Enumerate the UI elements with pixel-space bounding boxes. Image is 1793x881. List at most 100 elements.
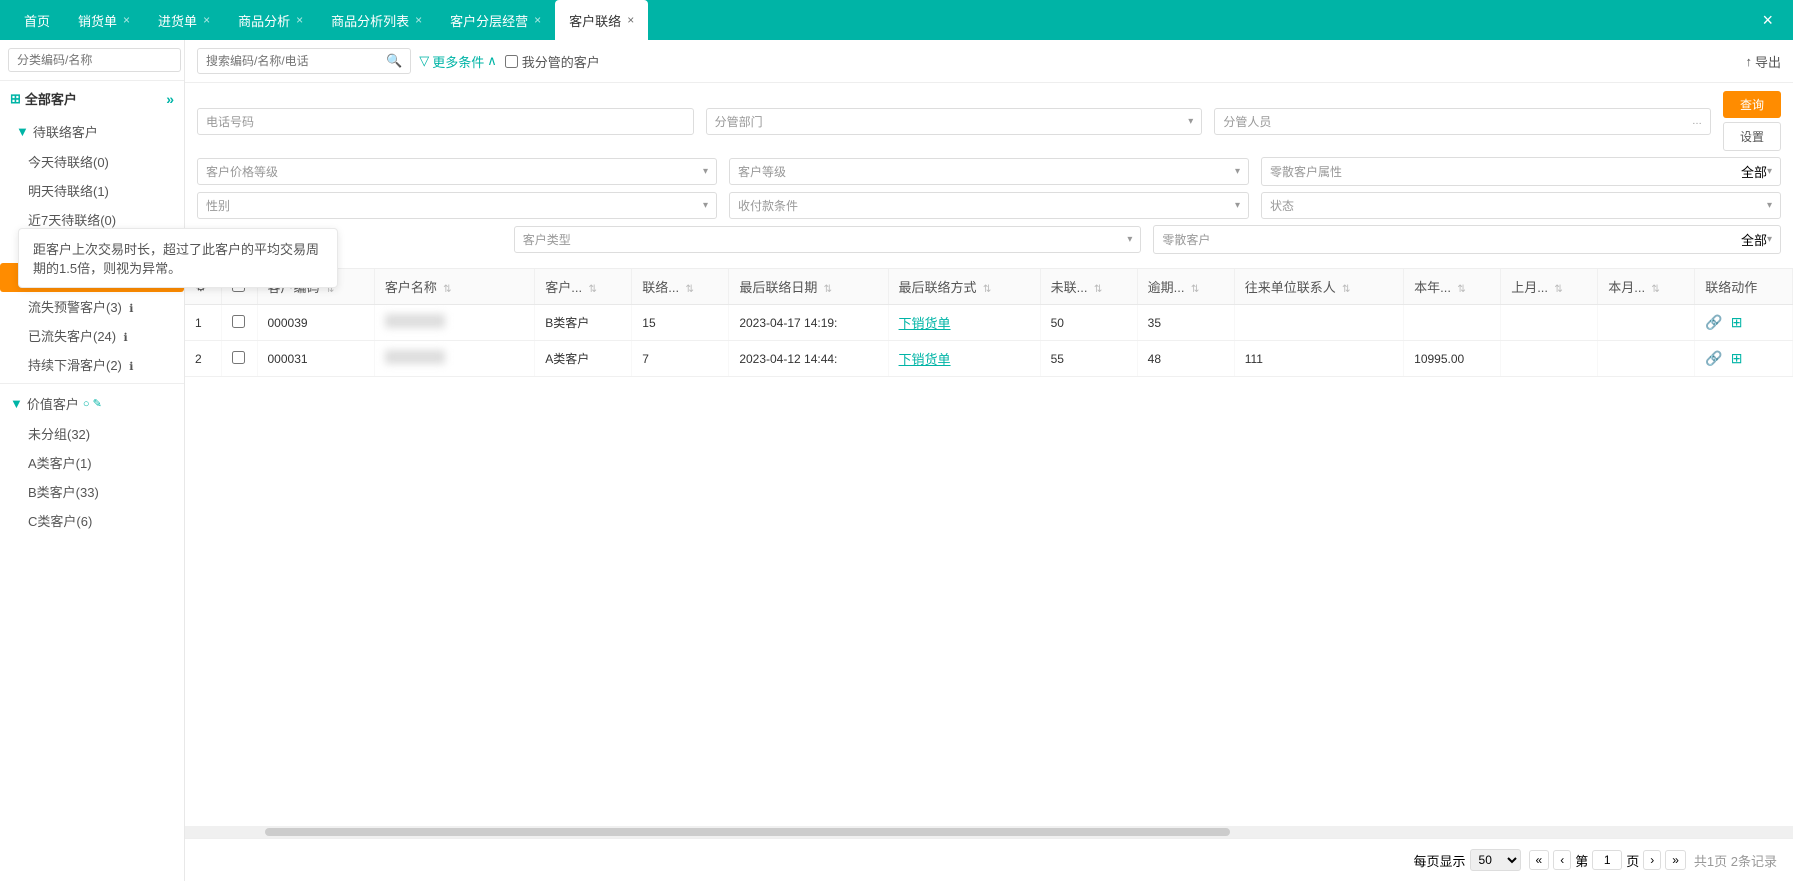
close-icon[interactable]: ×	[534, 13, 541, 27]
sort-icon: ⇅	[685, 284, 693, 295]
nav-customer-tier[interactable]: 客户分层经营 ×	[436, 0, 555, 40]
export-button[interactable]: ↑ 导出	[1745, 52, 1781, 71]
col-contact-count[interactable]: 联络... ⇅	[632, 269, 729, 305]
staff-filter[interactable]: 分管人员 …	[1214, 108, 1711, 135]
col-last-month[interactable]: 上月... ⇅	[1501, 269, 1598, 305]
sidebar-c-class[interactable]: C类客户(6)	[0, 506, 184, 535]
customer-level-filter[interactable]: 客户等级 ▾	[729, 158, 1249, 185]
current-page-input[interactable]	[1592, 850, 1622, 870]
sort-icon: ⇅	[1094, 284, 1102, 295]
sidebar-a-class[interactable]: A类客户(1)	[0, 448, 184, 477]
scroll-thumb[interactable]	[265, 828, 1230, 836]
phone-filter[interactable]: 电话号码	[197, 108, 694, 135]
pay-condition-filter[interactable]: 收付款条件 ▾	[729, 192, 1249, 219]
row-last-method[interactable]: 下销货单	[888, 341, 1040, 377]
dept-filter[interactable]: 分管部门 ▾	[706, 108, 1203, 135]
status-filter[interactable]: 状态 ▾	[1261, 192, 1781, 219]
col-last-contact-method[interactable]: 最后联络方式 ⇅	[888, 269, 1040, 305]
col-customer-name[interactable]: 客户名称 ⇅	[374, 269, 534, 305]
window-close-button[interactable]: ×	[1752, 10, 1783, 31]
close-icon[interactable]: ×	[296, 13, 303, 27]
horizontal-scrollbar[interactable]	[185, 826, 1793, 838]
last-page-button[interactable]: »	[1665, 850, 1686, 870]
value-customer-header[interactable]: ▼ 价值客户 ○ ✎	[0, 388, 184, 419]
sidebar-already-lost[interactable]: 已流失客户(24) ℹ	[0, 321, 184, 350]
customer-table-area: ⚙ 客户编码 ⇅ 客户名称 ⇅ 客户... ⇅	[185, 269, 1793, 826]
filter-row-2: 客户价格等级 ▾ 客户等级 ▾ 零散客户属性 全部 ▾	[197, 157, 1781, 186]
row-checkbox[interactable]	[221, 341, 257, 377]
nav-sales-order[interactable]: 销货单 ×	[64, 0, 144, 40]
search-input[interactable]	[206, 54, 386, 68]
link-action-icon[interactable]: 🔗	[1705, 314, 1722, 331]
sort-icon: ⇅	[1554, 284, 1562, 295]
query-button[interactable]: 查询	[1723, 91, 1781, 118]
retail-attr-filter[interactable]: 零散客户属性 全部 ▾	[1261, 157, 1781, 186]
prev-page-button[interactable]: ‹	[1553, 850, 1571, 870]
collapse-icon[interactable]: »	[166, 91, 174, 107]
sidebar-today-pending[interactable]: 今天待联络(0)	[0, 147, 184, 176]
my-customers-checkbox[interactable]: 我分管的客户	[505, 52, 600, 71]
row-code: 000039	[257, 305, 374, 341]
col-customer-type[interactable]: 客户... ⇅	[535, 269, 632, 305]
table-row: 2 000031 A类客户 7 2023-04-12 14:44: 下销货单 5…	[185, 341, 1793, 377]
col-last-contact-date[interactable]: 最后联络日期 ⇅	[729, 269, 888, 305]
first-page-button[interactable]: «	[1529, 850, 1550, 870]
help-icon[interactable]: ℹ	[123, 332, 127, 344]
sidebar-b-class[interactable]: B类客户(33)	[0, 477, 184, 506]
col-overdue[interactable]: 逾期... ⇅	[1137, 269, 1234, 305]
col-unpaid[interactable]: 未联... ⇅	[1040, 269, 1137, 305]
row-last-method[interactable]: 下销货单	[888, 305, 1040, 341]
sidebar-ungroup[interactable]: 未分组(32)	[0, 419, 184, 448]
col-contact-person[interactable]: 往来单位联系人 ⇅	[1234, 269, 1403, 305]
settings-button[interactable]: 设置	[1723, 122, 1781, 151]
sidebar: 🔍 ⊞ 全部客户 » ▼ 待联络客户 今天待联络(0) 明天待联络(1) 近7天…	[0, 40, 185, 881]
search-icon[interactable]: 🔍	[386, 53, 402, 69]
row-unpaid: 55	[1040, 341, 1137, 377]
close-icon[interactable]: ×	[123, 13, 130, 27]
nav-home[interactable]: 首页	[10, 0, 64, 40]
help-icon[interactable]: ℹ	[129, 361, 133, 373]
sort-icon: ⇅	[824, 284, 832, 295]
row-this-year	[1404, 305, 1501, 341]
more-conditions-button[interactable]: ▽ 更多条件 ∧	[419, 52, 497, 71]
help-icon[interactable]: ℹ	[129, 303, 133, 315]
sidebar-lost-risk[interactable]: 流失预警客户(3) ℹ	[0, 292, 184, 321]
nav-product-analysis[interactable]: 商品分析 ×	[224, 0, 317, 40]
edit-icon[interactable]: ○ ✎	[83, 397, 102, 410]
row-select-checkbox[interactable]	[232, 315, 245, 328]
col-this-year[interactable]: 本年... ⇅	[1404, 269, 1501, 305]
sidebar-continuous-down[interactable]: 持续下滑客户(2) ℹ	[0, 350, 184, 379]
nav-customer-contact[interactable]: 客户联络 ×	[555, 0, 648, 40]
row-last-date: 2023-04-12 14:44:	[729, 341, 888, 377]
close-icon[interactable]: ×	[203, 13, 210, 27]
row-contact-count: 15	[632, 305, 729, 341]
row-action-icons: 🔗 ⊞	[1695, 341, 1793, 377]
price-level-filter[interactable]: 客户价格等级 ▾	[197, 158, 717, 185]
next-page-button[interactable]: ›	[1643, 850, 1661, 870]
my-customers-check[interactable]	[505, 55, 518, 68]
row-last-month	[1501, 305, 1598, 341]
link-action-icon[interactable]: 🔗	[1705, 350, 1722, 367]
grid-action-icon[interactable]: ⊞	[1731, 350, 1743, 367]
row-checkbox[interactable]	[221, 305, 257, 341]
sort-icon: ⇅	[1457, 284, 1465, 295]
gender-filter[interactable]: 性别 ▾	[197, 192, 717, 219]
sidebar-search-input[interactable]	[8, 48, 181, 72]
row-select-checkbox[interactable]	[232, 351, 245, 364]
col-this-month[interactable]: 本月... ⇅	[1598, 269, 1695, 305]
table-row: 1 000039 B类客户 15 2023-04-17 14:19: 下销货单 …	[185, 305, 1793, 341]
row-this-month	[1598, 305, 1695, 341]
pending-contact-header[interactable]: ▼ 待联络客户	[0, 116, 184, 147]
close-icon[interactable]: ×	[627, 13, 634, 27]
nav-product-analysis-list[interactable]: 商品分析列表 ×	[317, 0, 436, 40]
retail-customer-filter[interactable]: 零散客户 全部 ▾	[1153, 225, 1781, 254]
close-icon[interactable]: ×	[415, 13, 422, 27]
sidebar-tomorrow-pending[interactable]: 明天待联络(1)	[0, 176, 184, 205]
nav-purchase-order[interactable]: 进货单 ×	[144, 0, 224, 40]
page-size-select[interactable]: 50 20 100	[1470, 849, 1521, 871]
row-no: 1	[185, 305, 221, 341]
all-customers-header[interactable]: ⊞ 全部客户 »	[0, 81, 184, 116]
sort-icon: ⇅	[443, 284, 451, 295]
customer-type-filter[interactable]: 客户类型 ▾	[514, 226, 1142, 253]
grid-action-icon[interactable]: ⊞	[1731, 314, 1743, 331]
